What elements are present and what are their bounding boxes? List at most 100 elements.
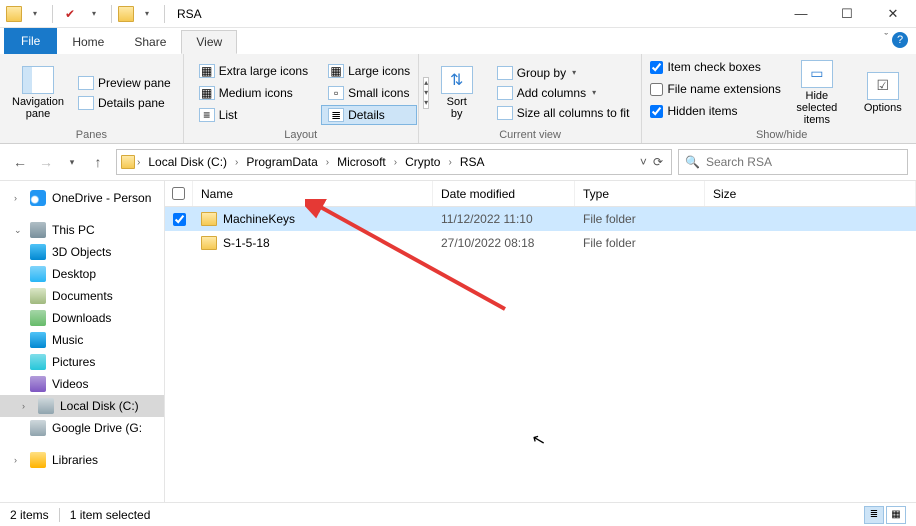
tree-videos[interactable]: Videos <box>0 373 164 395</box>
tree-item-label: Music <box>52 333 83 347</box>
file-name-extensions-checkbox[interactable] <box>650 83 663 96</box>
column-date[interactable]: Date modified <box>433 181 575 206</box>
preview-pane-icon <box>78 76 94 90</box>
row-date: 11/12/2022 11:10 <box>433 212 575 226</box>
layout-medium-label: Medium icons <box>219 86 293 100</box>
chevron-right-icon[interactable]: › <box>137 157 140 168</box>
column-size[interactable]: Size <box>705 181 916 206</box>
tree-music[interactable]: Music <box>0 329 164 351</box>
file-name-extensions-toggle[interactable]: File name extensions <box>650 80 780 98</box>
tree-libraries[interactable]: ›Libraries <box>0 449 164 471</box>
address-dropdown-icon[interactable]: ˅ <box>640 155 647 169</box>
column-type[interactable]: Type <box>575 181 705 206</box>
file-row-s-1-5-18[interactable]: S-1-5-18 27/10/2022 08:18 File folder <box>165 231 916 255</box>
layout-extra-large[interactable]: ▦Extra large icons <box>192 61 315 81</box>
options-icon: ☑ <box>867 72 899 100</box>
group-layout-label: Layout <box>192 127 410 141</box>
item-check-boxes-checkbox[interactable] <box>650 61 663 74</box>
qat-dropdown-2[interactable]: ▾ <box>83 3 105 25</box>
tree-documents[interactable]: Documents <box>0 285 164 307</box>
select-all-checkbox[interactable] <box>172 187 185 200</box>
downloads-icon <box>30 310 46 326</box>
qat-dropdown-3[interactable]: ▾ <box>136 3 158 25</box>
tree-3d-objects[interactable]: 3D Objects <box>0 241 164 263</box>
tree-onedrive[interactable]: ›OneDrive - Person <box>0 187 164 209</box>
item-check-boxes-toggle[interactable]: Item check boxes <box>650 58 780 76</box>
navigation-pane-button[interactable]: Navigation pane <box>8 58 68 127</box>
hidden-items-toggle[interactable]: Hidden items <box>650 102 780 120</box>
crumb-1[interactable]: ProgramData <box>240 155 323 169</box>
help-icon[interactable]: ? <box>892 32 908 48</box>
details-pane-button[interactable]: Details pane <box>74 94 175 112</box>
tree-pictures[interactable]: Pictures <box>0 351 164 373</box>
tree-libraries-label: Libraries <box>52 453 98 467</box>
close-button[interactable]: ✕ <box>870 0 916 28</box>
tab-view[interactable]: View <box>181 30 237 54</box>
tab-share[interactable]: Share <box>119 30 181 54</box>
ribbon-collapse-icon[interactable]: ˇ <box>884 32 888 44</box>
list-icon: ≡ <box>199 108 215 122</box>
size-all-columns-button[interactable]: Size all columns to fit <box>493 104 634 122</box>
drive-icon <box>30 420 46 436</box>
crumb-0[interactable]: Local Disk (C:) <box>142 155 233 169</box>
tree-downloads[interactable]: Downloads <box>0 307 164 329</box>
ribbon: Navigation pane Preview pane Details pan… <box>0 54 916 144</box>
tree-this-pc[interactable]: ⌄This PC <box>0 219 164 241</box>
tree-desktop[interactable]: Desktop <box>0 263 164 285</box>
status-bar: 2 items 1 item selected ≣ ▦ <box>0 502 916 526</box>
qat-properties[interactable]: ✔ <box>59 3 81 25</box>
crumb-0-label: Local Disk (C:) <box>148 155 227 169</box>
row-checkbox[interactable] <box>173 213 186 226</box>
details-view-button[interactable]: ≣ <box>864 506 884 524</box>
address-bar[interactable]: › Local Disk (C:)› ProgramData› Microsof… <box>116 149 672 175</box>
options-button[interactable]: ☑ Options <box>853 58 913 127</box>
column-headers: Name Date modified Type Size <box>165 181 916 207</box>
forward-button[interactable]: → <box>34 150 58 174</box>
layout-details[interactable]: ≣Details <box>321 105 417 125</box>
sort-by-button[interactable]: ⇅ Sort by <box>427 58 487 127</box>
crumb-4[interactable]: RSA <box>454 155 491 169</box>
chevron-right-icon[interactable]: › <box>235 157 238 168</box>
tree-google-drive[interactable]: Google Drive (G: <box>0 417 164 439</box>
column-checkbox[interactable] <box>165 181 193 206</box>
layout-list[interactable]: ≡ List <box>192 105 315 125</box>
column-name-label: Name <box>201 187 233 201</box>
chevron-right-icon[interactable]: › <box>448 157 451 168</box>
refresh-icon[interactable]: ⟳ <box>653 155 663 169</box>
minimize-button[interactable]: — <box>778 0 824 28</box>
preview-pane-button[interactable]: Preview pane <box>74 74 175 92</box>
crumb-3[interactable]: Crypto <box>399 155 446 169</box>
file-row-machinekeys[interactable]: MachineKeys 11/12/2022 11:10 File folder <box>165 207 916 231</box>
tree-local-disk[interactable]: ›Local Disk (C:) <box>0 395 164 417</box>
main-area: ›OneDrive - Person ⌄This PC 3D Objects D… <box>0 180 916 502</box>
crumb-2[interactable]: Microsoft <box>331 155 392 169</box>
group-by-label: Group by <box>517 66 566 80</box>
recent-locations-button[interactable]: ▾ <box>60 150 84 174</box>
add-columns-button[interactable]: Add columns▾ <box>493 84 634 102</box>
qat-dropdown[interactable]: ▾ <box>24 3 46 25</box>
large-icon: ▦ <box>328 64 344 78</box>
hidden-items-checkbox[interactable] <box>650 105 663 118</box>
tab-file[interactable]: File <box>4 28 57 54</box>
group-by-button[interactable]: Group by▾ <box>493 64 634 82</box>
details-pane-label: Details pane <box>98 96 165 110</box>
up-button[interactable]: ↑ <box>86 150 110 174</box>
navigation-tree[interactable]: ›OneDrive - Person ⌄This PC 3D Objects D… <box>0 181 165 502</box>
layout-list-label: List <box>219 108 238 122</box>
hide-selected-button[interactable]: ▭ Hide selected items <box>787 58 847 127</box>
chevron-right-icon[interactable]: › <box>394 157 397 168</box>
chevron-right-icon[interactable]: › <box>326 157 329 168</box>
column-name[interactable]: Name <box>193 181 433 206</box>
layout-medium[interactable]: ▦Medium icons <box>192 83 315 103</box>
layout-large[interactable]: ▦Large icons <box>321 61 417 81</box>
back-button[interactable]: ← <box>8 150 32 174</box>
search-box[interactable]: 🔍 <box>678 149 908 175</box>
onedrive-icon <box>30 190 46 206</box>
group-show-hide-label: Show/hide <box>650 127 912 141</box>
file-list[interactable]: Name Date modified Type Size MachineKeys… <box>165 181 916 502</box>
search-input[interactable] <box>706 155 901 169</box>
tab-home[interactable]: Home <box>57 30 119 54</box>
layout-small[interactable]: ▫Small icons <box>321 83 417 103</box>
maximize-button[interactable]: ☐ <box>824 0 870 28</box>
large-icons-view-button[interactable]: ▦ <box>886 506 906 524</box>
